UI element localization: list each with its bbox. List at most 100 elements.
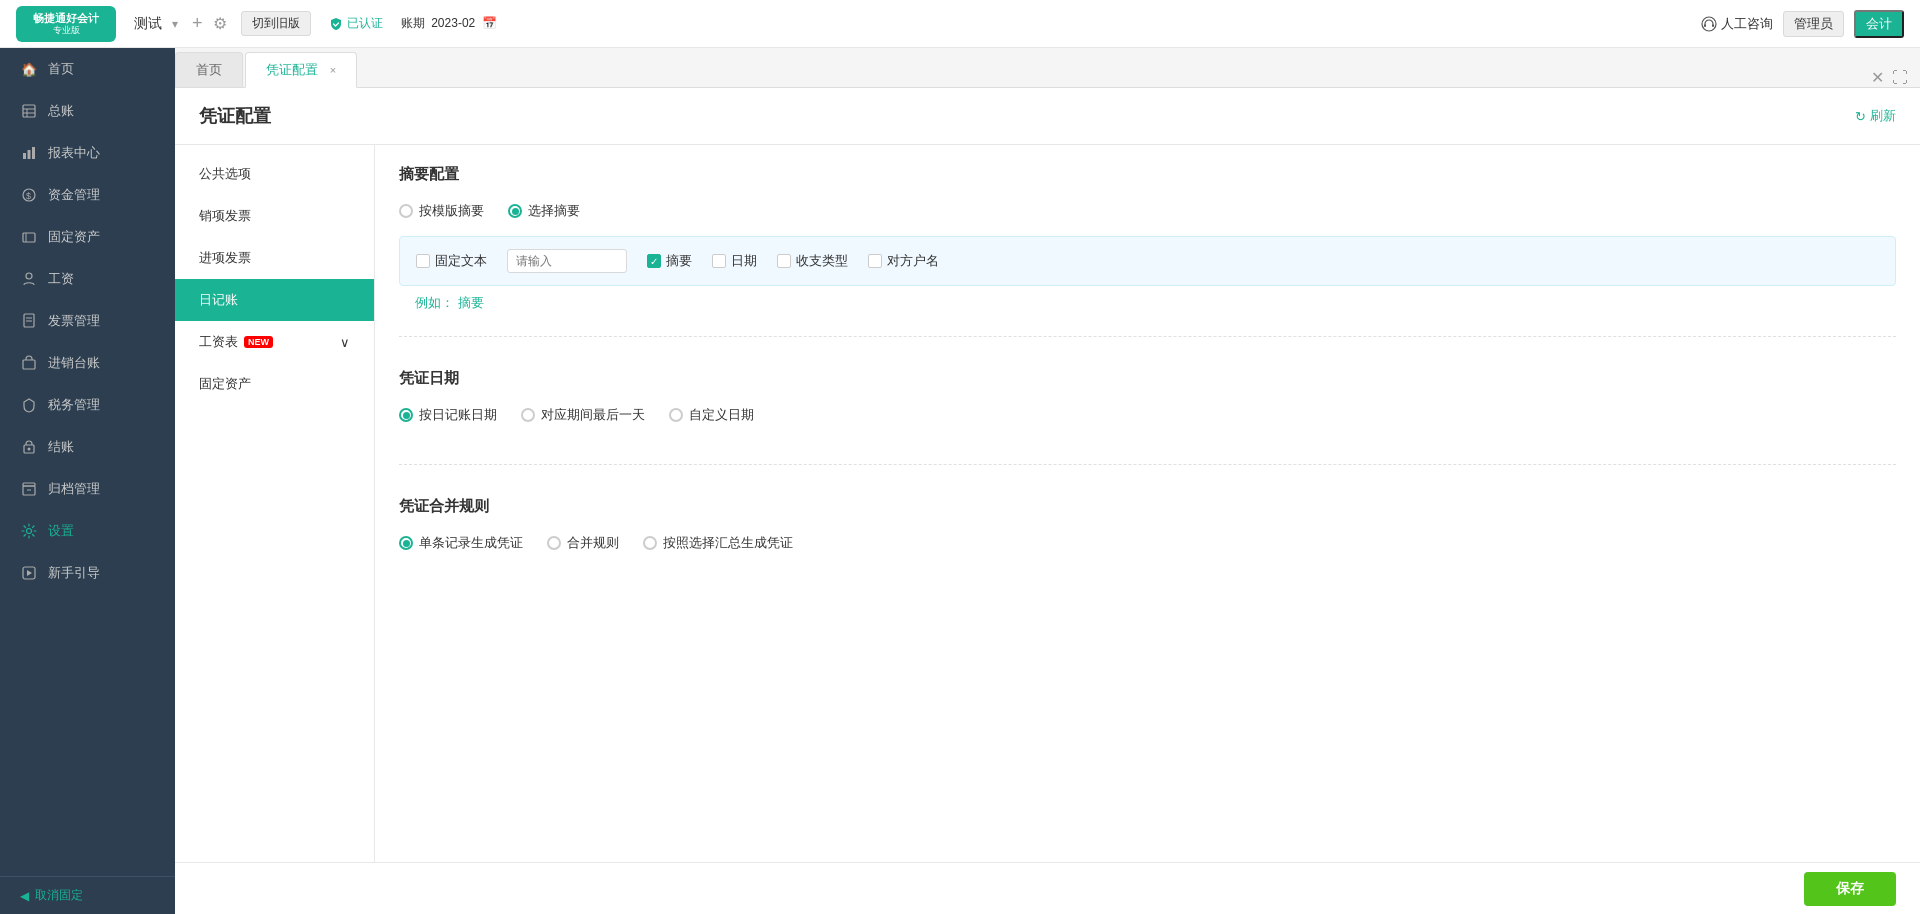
archive-icon bbox=[20, 480, 38, 498]
accountant-button[interactable]: 会计 bbox=[1854, 10, 1904, 38]
radio-select-summary-circle bbox=[643, 536, 657, 550]
checkbox-summary[interactable]: ✓ 摘要 bbox=[647, 252, 692, 270]
sidebar-item-sales[interactable]: 进销台账 bbox=[0, 342, 175, 384]
svg-rect-8 bbox=[28, 150, 31, 159]
sidebar: 🏠 首页 总账 报表中心 $ 资金管理 固定资产 bbox=[0, 48, 175, 914]
radio-select-summary[interactable]: 按照选择汇总生成凭证 bbox=[643, 534, 793, 552]
sidebar-item-tax[interactable]: 税务管理 bbox=[0, 384, 175, 426]
radio-single[interactable]: 单条记录生成凭证 bbox=[399, 534, 523, 552]
svg-rect-2 bbox=[1712, 24, 1714, 27]
radio-template-summary[interactable]: 按模版摘要 bbox=[399, 202, 484, 220]
logo-line1: 畅捷通好会计 bbox=[33, 12, 99, 25]
chevron-down-icon: ∨ bbox=[340, 335, 350, 350]
right-content: 摘要配置 按模版摘要 选择摘要 bbox=[375, 145, 1920, 862]
tab-voucher-config[interactable]: 凭证配置 × bbox=[245, 52, 357, 88]
svg-rect-12 bbox=[23, 233, 35, 242]
certified-badge: 已认证 bbox=[329, 15, 383, 32]
sidebar-item-reports[interactable]: 报表中心 bbox=[0, 132, 175, 174]
svg-rect-7 bbox=[23, 153, 26, 159]
fullscreen-button[interactable]: ⛶ bbox=[1892, 69, 1908, 87]
svg-marker-26 bbox=[27, 570, 32, 576]
bottom-bar: 保存 bbox=[175, 862, 1920, 914]
cancel-fixed-button[interactable]: ◀ 取消固定 bbox=[0, 876, 175, 914]
svg-rect-18 bbox=[23, 360, 35, 369]
close-tab-button[interactable]: ✕ bbox=[1871, 68, 1884, 87]
left-nav-public[interactable]: 公共选项 bbox=[175, 153, 374, 195]
company-name: 测试 bbox=[134, 15, 162, 33]
sidebar-item-assets[interactable]: 固定资产 bbox=[0, 216, 175, 258]
sales-icon bbox=[20, 354, 38, 372]
radio-custom-date[interactable]: 自定义日期 bbox=[669, 406, 754, 424]
merge-radio-group: 单条记录生成凭证 合并规则 按照选择汇总生成凭证 bbox=[399, 534, 1896, 552]
refresh-icon: ↻ bbox=[1855, 109, 1866, 124]
sidebar-item-home[interactable]: 🏠 首页 bbox=[0, 48, 175, 90]
checkbox-date[interactable]: 日期 bbox=[712, 252, 757, 270]
funds-icon: $ bbox=[20, 186, 38, 204]
left-nav-fixed-assets[interactable]: 固定资产 bbox=[175, 363, 374, 405]
save-button[interactable]: 保存 bbox=[1804, 872, 1896, 906]
app-logo: 畅捷通好会计 专业版 bbox=[16, 6, 116, 42]
close-accounts-icon bbox=[20, 438, 38, 456]
settings-icon[interactable]: ⚙ bbox=[213, 14, 227, 33]
radio-merge-rules[interactable]: 合并规则 bbox=[547, 534, 619, 552]
svg-rect-3 bbox=[23, 105, 35, 117]
sidebar-item-guide[interactable]: 新手引导 bbox=[0, 552, 175, 594]
sidebar-item-funds[interactable]: $ 资金管理 bbox=[0, 174, 175, 216]
radio-select-summary[interactable]: 选择摘要 bbox=[508, 202, 580, 220]
radio-journal-date[interactable]: 按日记账日期 bbox=[399, 406, 497, 424]
fixed-text-input[interactable] bbox=[507, 249, 627, 273]
invoice-icon bbox=[20, 312, 38, 330]
section-merge-title: 凭证合并规则 bbox=[399, 497, 1896, 516]
company-dropdown-icon[interactable]: ▾ bbox=[172, 17, 178, 31]
main-layout: 🏠 首页 总账 报表中心 $ 资金管理 固定资产 bbox=[0, 48, 1920, 914]
tab-close-icon[interactable]: × bbox=[330, 64, 336, 76]
gear-icon bbox=[20, 522, 38, 540]
topbar: 畅捷通好会计 专业版 测试 ▾ + ⚙ 切到旧版 已认证 账期 2023-02 … bbox=[0, 0, 1920, 48]
add-tab-button[interactable]: + bbox=[192, 13, 203, 34]
svg-rect-1 bbox=[1704, 24, 1706, 27]
svg-rect-22 bbox=[23, 483, 35, 486]
radio-period-last[interactable]: 对应期间最后一天 bbox=[521, 406, 645, 424]
radio-period-last-circle bbox=[521, 408, 535, 422]
sidebar-item-payroll[interactable]: 工资 bbox=[0, 258, 175, 300]
svg-point-20 bbox=[28, 448, 31, 451]
checkbox-income-type[interactable]: 收支类型 bbox=[777, 252, 848, 270]
sidebar-item-invoice[interactable]: 发票管理 bbox=[0, 300, 175, 342]
page-content: 凭证配置 ↻ 刷新 公共选项 销项发票 进项发票 bbox=[175, 88, 1920, 862]
content-area: 首页 凭证配置 × ✕ ⛶ 凭证配置 ↻ 刷新 bbox=[175, 48, 1920, 914]
svg-rect-9 bbox=[32, 147, 35, 159]
checkbox-fixed-text[interactable]: 固定文本 bbox=[416, 252, 487, 270]
refresh-button[interactable]: ↻ 刷新 bbox=[1855, 107, 1896, 125]
svg-point-14 bbox=[26, 273, 32, 279]
svg-point-24 bbox=[27, 529, 32, 534]
tab-bar: 首页 凭证配置 × ✕ ⛶ bbox=[175, 48, 1920, 88]
sidebar-item-close[interactable]: 结账 bbox=[0, 426, 175, 468]
checkbox-counterpart[interactable]: 对方户名 bbox=[868, 252, 939, 270]
page-header: 凭证配置 ↻ 刷新 bbox=[175, 88, 1920, 145]
inner-layout: 公共选项 销项发票 进项发票 日记账 工资表 bbox=[175, 145, 1920, 862]
section-summary-title: 摘要配置 bbox=[399, 165, 1896, 184]
left-nav-payroll-table[interactable]: 工资表 NEW ∨ bbox=[175, 321, 374, 363]
date-radio-group: 按日记账日期 对应期间最后一天 自定义日期 bbox=[399, 406, 1896, 424]
summary-checkbox-row: 固定文本 ✓ 摘要 日期 bbox=[399, 236, 1896, 286]
left-nav-journal[interactable]: 日记账 bbox=[175, 279, 374, 321]
left-nav-purchase-invoice[interactable]: 进项发票 bbox=[175, 237, 374, 279]
radio-custom-date-circle bbox=[669, 408, 683, 422]
consult-button[interactable]: 人工咨询 bbox=[1701, 15, 1773, 33]
guide-icon bbox=[20, 564, 38, 582]
sidebar-item-ledger[interactable]: 总账 bbox=[0, 90, 175, 132]
tab-home[interactable]: 首页 bbox=[175, 52, 243, 87]
sidebar-item-settings[interactable]: 设置 bbox=[0, 510, 175, 552]
switch-old-version-button[interactable]: 切到旧版 bbox=[241, 11, 311, 36]
logo-line2: 专业版 bbox=[33, 25, 99, 36]
home-icon: 🏠 bbox=[20, 60, 38, 78]
ledger-icon bbox=[20, 102, 38, 120]
section-merge: 凭证合并规则 单条记录生成凭证 合并规则 bbox=[399, 497, 1896, 592]
left-nav-sales-invoice[interactable]: 销项发票 bbox=[175, 195, 374, 237]
new-badge: NEW bbox=[244, 336, 273, 348]
tab-actions: ✕ ⛶ bbox=[1859, 68, 1920, 87]
svg-text:$: $ bbox=[26, 191, 31, 201]
sidebar-item-archive[interactable]: 归档管理 bbox=[0, 468, 175, 510]
checkbox-counterpart-box bbox=[868, 254, 882, 268]
admin-button[interactable]: 管理员 bbox=[1783, 11, 1844, 37]
